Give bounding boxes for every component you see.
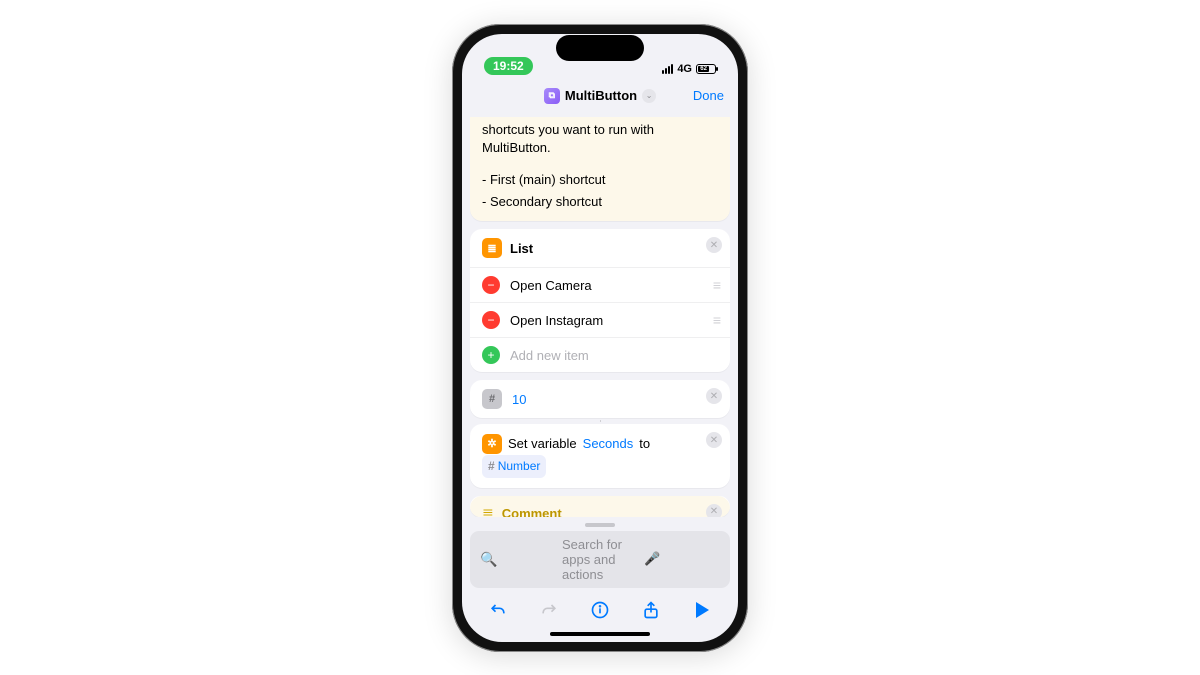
- add-item-button[interactable]: +: [482, 346, 500, 364]
- info-button[interactable]: [587, 597, 613, 623]
- battery-level: 62: [698, 66, 709, 72]
- search-area: 🔍 Search for apps and actions 🎤: [462, 517, 738, 588]
- list-icon: ≣: [482, 238, 502, 258]
- list-item-label[interactable]: Open Camera: [510, 278, 703, 293]
- set-variable-action[interactable]: ✕ ✲ Set variable Seconds to # Number: [470, 424, 730, 487]
- chevron-down-icon[interactable]: ⌄: [642, 89, 656, 103]
- comment-text-line1: shortcuts you want to run with MultiButt…: [482, 121, 718, 157]
- status-right: 4G 62: [662, 63, 716, 75]
- magic-variable-pill[interactable]: # Number: [482, 455, 546, 477]
- screen: 19:52 4G 62 ⧉ MultiButton ⌄ Done shortc: [462, 34, 738, 642]
- variable-icon: ✲: [482, 434, 502, 454]
- search-placeholder: Search for apps and actions: [562, 537, 638, 582]
- run-button[interactable]: [689, 597, 715, 623]
- add-item-row[interactable]: + Add new item: [470, 337, 730, 372]
- list-action[interactable]: ✕ ≣ List − Open Camera ≡ − Open Instagra…: [470, 229, 730, 372]
- nav-title: MultiButton: [565, 88, 637, 103]
- nav-title-group[interactable]: ⧉ MultiButton ⌄: [544, 88, 656, 104]
- comment-title: Comment: [502, 506, 562, 517]
- reorder-handle-icon[interactable]: ≡: [713, 277, 718, 293]
- reorder-handle-icon[interactable]: ≡: [713, 312, 718, 328]
- redo-button[interactable]: [536, 597, 562, 623]
- signal-icon: [662, 64, 673, 74]
- remove-action-button[interactable]: ✕: [706, 432, 722, 448]
- comment-icon: ≣: [482, 505, 494, 517]
- phone-frame: 19:52 4G 62 ⧉ MultiButton ⌄ Done shortc: [452, 24, 748, 652]
- dynamic-island: [556, 35, 644, 61]
- undo-button[interactable]: [485, 597, 511, 623]
- remove-action-button[interactable]: ✕: [706, 388, 722, 404]
- search-input[interactable]: 🔍 Search for apps and actions 🎤: [470, 531, 730, 588]
- network-label: 4G: [677, 63, 692, 75]
- list-header: ≣ List: [470, 229, 730, 267]
- home-indicator[interactable]: [550, 632, 650, 636]
- magic-variable-label: Number: [498, 456, 541, 476]
- set-variable-prefix: Set variable: [508, 433, 577, 455]
- remove-action-button[interactable]: ✕: [706, 504, 722, 517]
- hash-icon: #: [488, 456, 495, 476]
- actions-scroll[interactable]: shortcuts you want to run with MultiButt…: [462, 113, 738, 517]
- battery-icon: 62: [696, 64, 716, 74]
- list-item[interactable]: − Open Camera ≡: [470, 267, 730, 302]
- nav-bar: ⧉ MultiButton ⌄ Done: [462, 79, 738, 113]
- mic-icon[interactable]: 🎤: [644, 551, 720, 567]
- share-button[interactable]: [638, 597, 664, 623]
- number-action[interactable]: ✕ # 10: [470, 380, 730, 418]
- bottom-toolbar: [462, 588, 738, 632]
- variable-name-token[interactable]: Seconds: [583, 433, 634, 455]
- list-title: List: [510, 241, 533, 256]
- remove-item-button[interactable]: −: [482, 276, 500, 294]
- shortcut-icon: ⧉: [544, 88, 560, 104]
- status-time: 19:52: [484, 57, 533, 75]
- add-item-placeholder: Add new item: [510, 348, 718, 363]
- comment-action[interactable]: ✕ ≣ Comment Create the initial structure…: [470, 496, 730, 517]
- comment-text-bullet2: - Secondary shortcut: [482, 193, 718, 211]
- list-item[interactable]: − Open Instagram ≡: [470, 302, 730, 337]
- set-variable-to: to: [639, 433, 650, 455]
- number-icon: #: [482, 389, 502, 409]
- sheet-grabber[interactable]: [585, 523, 615, 527]
- remove-item-button[interactable]: −: [482, 311, 500, 329]
- number-value[interactable]: 10: [512, 392, 526, 407]
- search-icon: 🔍: [480, 551, 556, 568]
- comment-action-top[interactable]: shortcuts you want to run with MultiButt…: [470, 117, 730, 222]
- flow-connector: [600, 420, 601, 422]
- list-item-label[interactable]: Open Instagram: [510, 313, 703, 328]
- play-icon: [696, 602, 709, 618]
- comment-text-bullet1: - First (main) shortcut: [482, 171, 718, 189]
- done-button[interactable]: Done: [693, 88, 724, 103]
